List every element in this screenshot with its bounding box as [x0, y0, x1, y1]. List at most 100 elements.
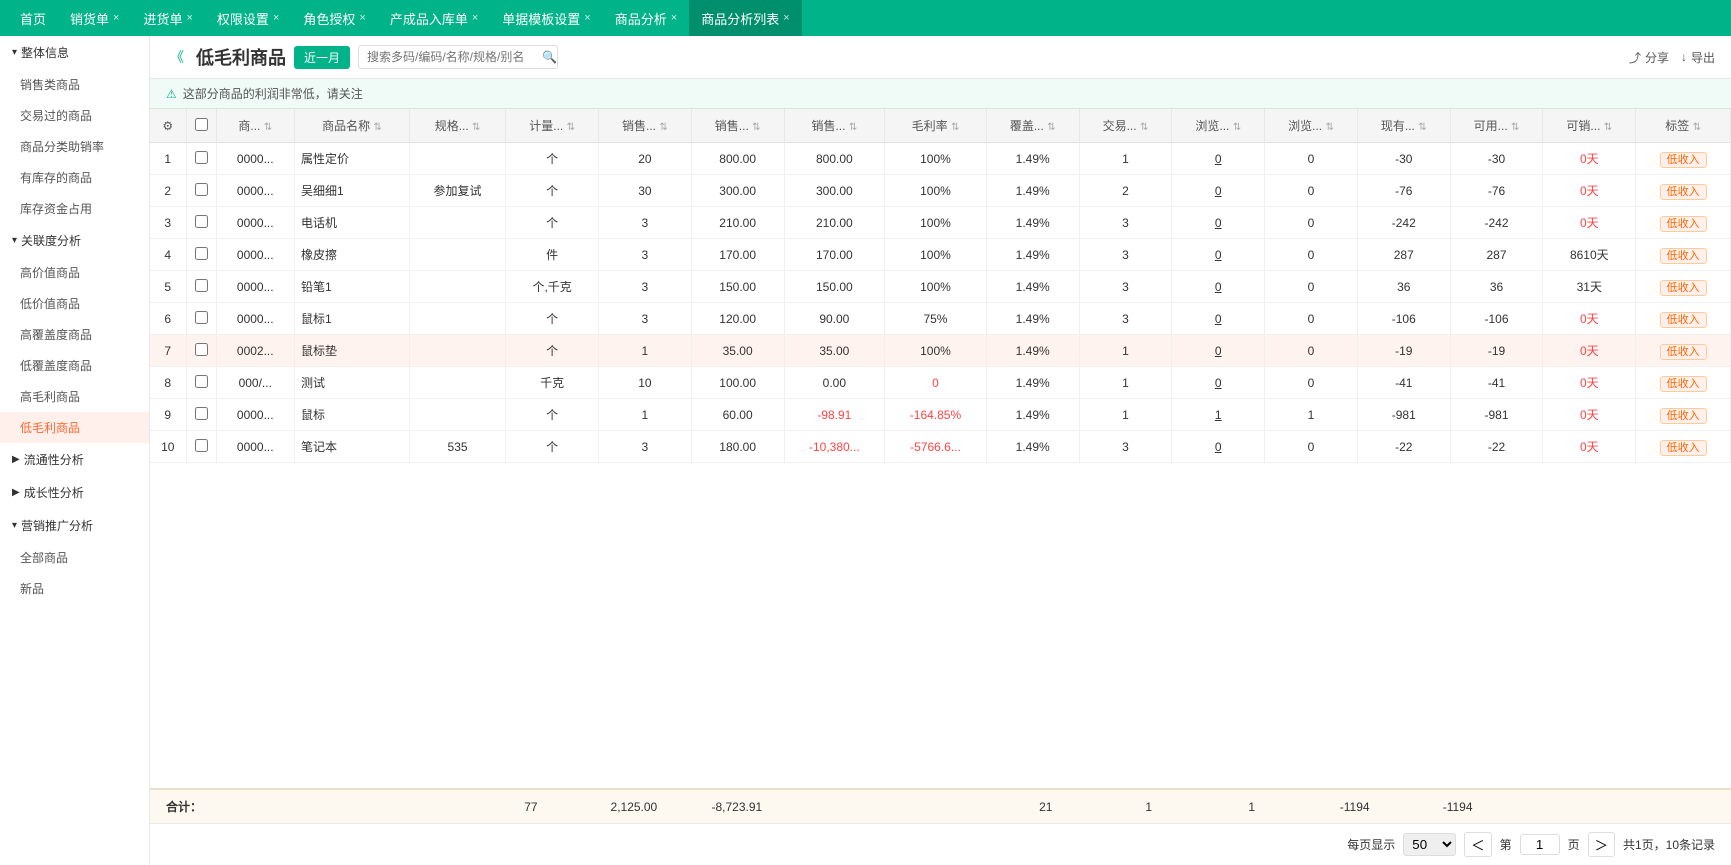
nav-item-inbound[interactable]: 产成品入库单 ×	[378, 0, 490, 36]
sidebar-item-all-products[interactable]: 全部商品	[0, 542, 149, 573]
col-view1[interactable]: 浏览... ⇅	[1172, 109, 1265, 143]
row-view1[interactable]: 1	[1172, 399, 1265, 431]
col-spec[interactable]: 规格... ⇅	[409, 109, 505, 143]
nav-close-analysis[interactable]: ×	[671, 12, 677, 24]
row-checkbox[interactable]	[186, 399, 216, 431]
nav-close-template[interactable]: ×	[584, 12, 590, 24]
row-qty: 10	[599, 367, 692, 399]
col-name[interactable]: 商品名称 ⇅	[295, 109, 410, 143]
sidebar-item-new-products[interactable]: 新品	[0, 573, 149, 604]
col-checkbox[interactable]	[186, 109, 216, 143]
sidebar-group-marketing[interactable]: ▾ 营销推广分析	[0, 509, 149, 542]
row-select-checkbox[interactable]	[195, 407, 208, 420]
sidebar-group-overview[interactable]: ▾ 整体信息	[0, 36, 149, 69]
row-select-checkbox[interactable]	[195, 439, 208, 452]
share-button[interactable]: ⤴ 分享	[1629, 49, 1669, 66]
next-page-button[interactable]: ＞	[1588, 832, 1615, 857]
nav-item-analysis-list[interactable]: 商品分析列表 ×	[689, 0, 801, 36]
page-title: 低毛利商品	[196, 44, 286, 70]
nav-item-template[interactable]: 单据模板设置 ×	[490, 0, 602, 36]
sidebar-item-low-coverage[interactable]: 低覆盖度商品	[0, 350, 149, 381]
row-view1[interactable]: 0	[1172, 143, 1265, 175]
row-select-checkbox[interactable]	[195, 375, 208, 388]
row-saleable: 0天	[1543, 207, 1636, 239]
sidebar-item-traded-products[interactable]: 交易过的商品	[0, 100, 149, 131]
sidebar-item-category-rate[interactable]: 商品分类助销率	[0, 131, 149, 162]
row-view1[interactable]: 0	[1172, 207, 1265, 239]
row-select-checkbox[interactable]	[195, 183, 208, 196]
col-trade[interactable]: 交易... ⇅	[1079, 109, 1172, 143]
row-checkbox[interactable]	[186, 175, 216, 207]
row-select-checkbox[interactable]	[195, 279, 208, 292]
row-select-checkbox[interactable]	[195, 311, 208, 324]
col-code[interactable]: 商... ⇅	[216, 109, 295, 143]
row-checkbox[interactable]	[186, 143, 216, 175]
col-saleable[interactable]: 可销... ⇅	[1543, 109, 1636, 143]
col-available[interactable]: 可用... ⇅	[1450, 109, 1543, 143]
row-view1[interactable]: 0	[1172, 335, 1265, 367]
row-checkbox[interactable]	[186, 207, 216, 239]
nav-close-purchase[interactable]: ×	[186, 12, 192, 24]
nav-item-analysis[interactable]: 商品分析 ×	[603, 0, 689, 36]
sidebar-group-relevance[interactable]: ▾ 关联度分析	[0, 224, 149, 257]
row-spec	[409, 335, 505, 367]
nav-close-inbound[interactable]: ×	[472, 12, 478, 24]
sidebar-item-high-value[interactable]: 高价值商品	[0, 257, 149, 288]
sidebar-item-sales-products[interactable]: 销售类商品	[0, 69, 149, 100]
row-checkbox[interactable]	[186, 271, 216, 303]
col-view2[interactable]: 浏览... ⇅	[1265, 109, 1358, 143]
row-view1[interactable]: 0	[1172, 271, 1265, 303]
row-view1[interactable]: 0	[1172, 303, 1265, 335]
nav-close-permission[interactable]: ×	[273, 12, 279, 24]
nav-item-home[interactable]: 首页	[8, 0, 58, 36]
col-margin[interactable]: 毛利率 ⇅	[885, 109, 987, 143]
nav-item-sales[interactable]: 销货单 ×	[58, 0, 131, 36]
nav-item-permission[interactable]: 权限设置 ×	[205, 0, 291, 36]
row-view1[interactable]: 0	[1172, 175, 1265, 207]
search-input[interactable]	[358, 45, 558, 69]
sidebar-item-in-stock[interactable]: 有库存的商品	[0, 162, 149, 193]
per-page-select[interactable]: 50 100	[1403, 833, 1456, 856]
sidebar-collapse-button[interactable]: 《	[166, 47, 188, 67]
prev-page-button[interactable]: ＜	[1464, 832, 1491, 857]
sidebar-item-high-margin[interactable]: 高毛利商品	[0, 381, 149, 412]
row-checkbox[interactable]	[186, 367, 216, 399]
row-select-checkbox[interactable]	[195, 343, 208, 356]
sidebar-item-high-coverage[interactable]: 高覆盖度商品	[0, 319, 149, 350]
nav-close-role[interactable]: ×	[359, 12, 365, 24]
sidebar-item-low-margin[interactable]: 低毛利商品	[0, 412, 149, 443]
nav-item-purchase[interactable]: 进货单 ×	[131, 0, 204, 36]
row-view1[interactable]: 0	[1172, 431, 1265, 463]
search-icon[interactable]: 🔍	[542, 50, 557, 64]
row-checkbox[interactable]	[186, 239, 216, 271]
nav-close-sales[interactable]: ×	[113, 12, 119, 24]
row-select-checkbox[interactable]	[195, 151, 208, 164]
row-select-checkbox[interactable]	[195, 247, 208, 260]
sidebar-item-low-value[interactable]: 低价值商品	[0, 288, 149, 319]
nav-close-analysis-list[interactable]: ×	[783, 12, 789, 24]
col-amount[interactable]: 销售... ⇅	[691, 109, 784, 143]
time-filter-button[interactable]: 近一月	[294, 46, 350, 69]
row-view1[interactable]: 0	[1172, 367, 1265, 399]
row-view2: 0	[1265, 303, 1358, 335]
col-profit[interactable]: 销售... ⇅	[784, 109, 885, 143]
row-select-checkbox[interactable]	[195, 215, 208, 228]
col-tag[interactable]: 标签 ⇅	[1636, 109, 1731, 143]
col-current[interactable]: 现有... ⇅	[1357, 109, 1450, 143]
sidebar-group-growth[interactable]: ▶ 成长性分析	[0, 476, 149, 509]
row-checkbox[interactable]	[186, 431, 216, 463]
row-available: -76	[1450, 175, 1543, 207]
col-qty[interactable]: 销售... ⇅	[599, 109, 692, 143]
row-view1[interactable]: 0	[1172, 239, 1265, 271]
export-button[interactable]: ↓ 导出	[1681, 49, 1715, 66]
col-settings[interactable]: ⚙	[150, 109, 186, 143]
select-all-checkbox[interactable]	[195, 118, 208, 131]
sidebar-group-circulation[interactable]: ▶ 流通性分析	[0, 443, 149, 476]
sidebar-item-stock-capital[interactable]: 库存资金占用	[0, 193, 149, 224]
col-unit[interactable]: 计量... ⇅	[506, 109, 599, 143]
col-coverage[interactable]: 覆盖... ⇅	[986, 109, 1079, 143]
row-checkbox[interactable]	[186, 335, 216, 367]
row-checkbox[interactable]	[186, 303, 216, 335]
page-number-input[interactable]	[1520, 834, 1560, 855]
nav-item-role[interactable]: 角色授权 ×	[291, 0, 377, 36]
